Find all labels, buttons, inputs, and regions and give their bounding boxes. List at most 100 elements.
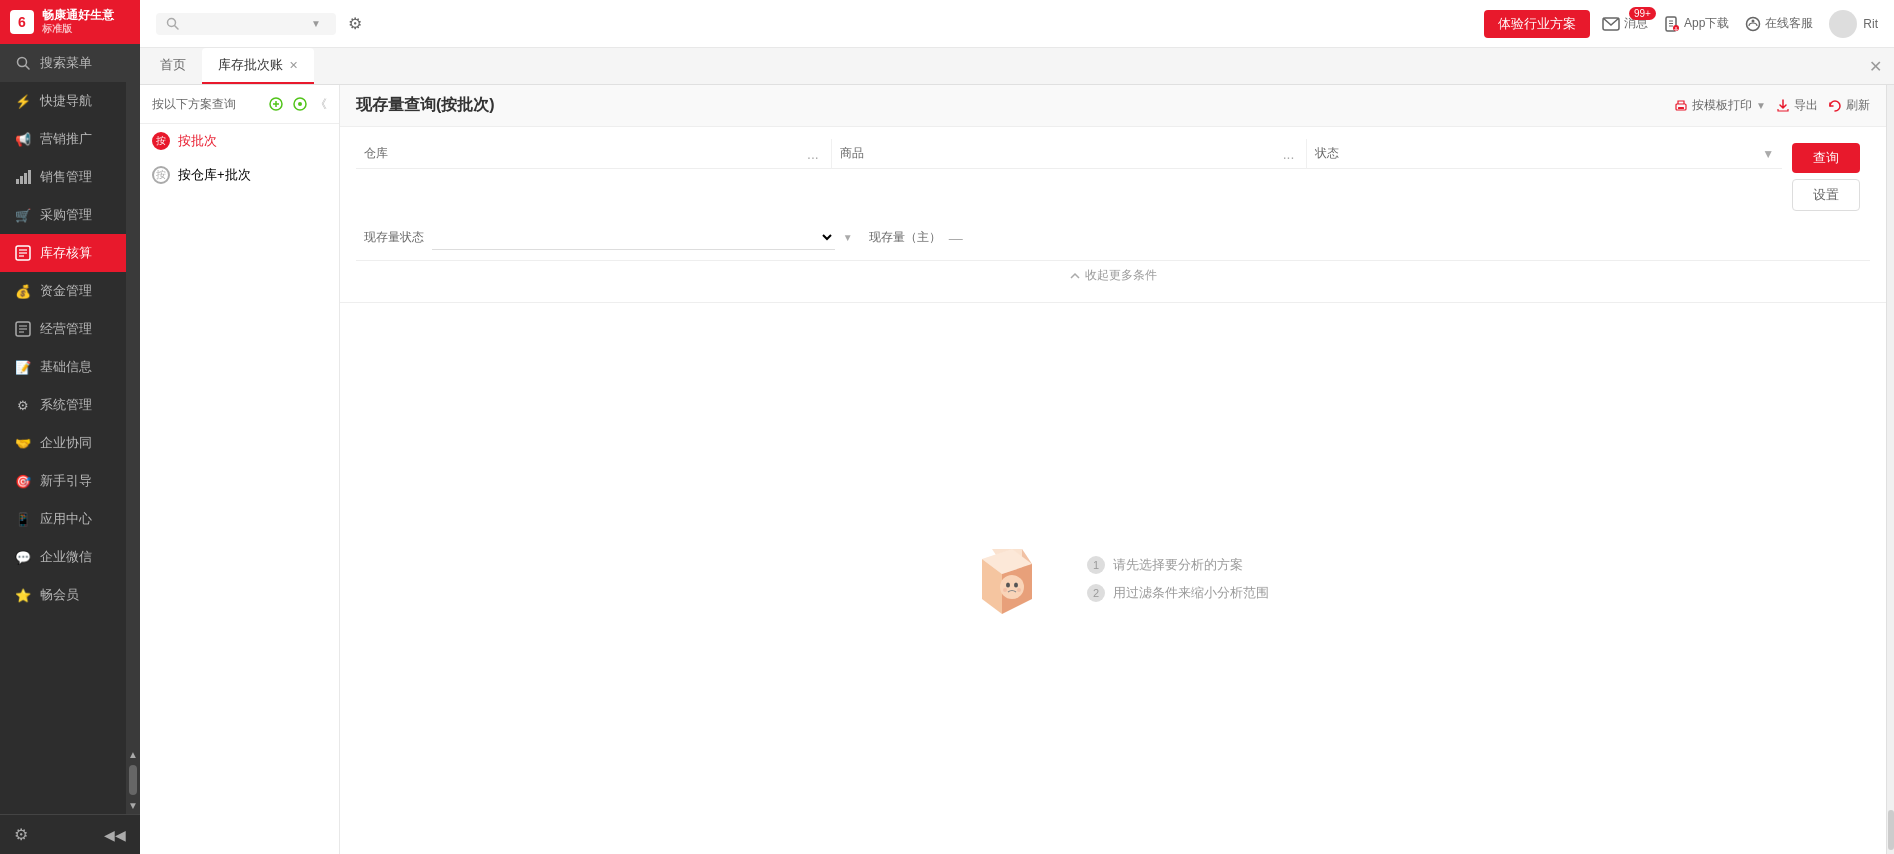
search-icon (14, 54, 32, 72)
collapse-panel-btn[interactable]: 《 (315, 96, 327, 113)
tab-batch-ledger-close[interactable]: ✕ (289, 59, 298, 72)
sidebar-scroll-down[interactable]: ▼ (126, 797, 140, 814)
empty-tips: 1 请先选择要分析的方案 2 用过滤条件来缩小分析范围 (1087, 556, 1269, 602)
topbar-search-dropdown[interactable]: ▼ (311, 18, 321, 29)
left-panel-actions: 《 (267, 95, 327, 113)
edit-scheme-btn[interactable] (291, 95, 309, 113)
sidebar-scroll-up[interactable]: ▲ (126, 746, 140, 763)
topbar-right: 消息 99+ App下载 在线客服 Rit (1602, 10, 1878, 38)
finance-icon: 💰 (14, 282, 32, 300)
empty-tip-1: 1 请先选择要分析的方案 (1087, 556, 1269, 574)
tab-home[interactable]: 首页 (144, 48, 202, 84)
sidebar-item-inventory[interactable]: 库存核算 (0, 234, 126, 272)
user-avatar (1829, 10, 1857, 38)
sidebar-item-app-center[interactable]: 📱 应用中心 (0, 500, 126, 538)
topbar-search-icon (166, 17, 179, 30)
warehouse-filter: 仓库 ... (356, 139, 831, 169)
print-icon (1674, 99, 1688, 113)
tip-text-1: 请先选择要分析的方案 (1113, 556, 1243, 574)
sidebar-item-sales[interactable]: 销售管理 (0, 158, 126, 196)
svg-point-41 (1014, 582, 1018, 587)
left-panel-header: 按以下方案查询 《 (140, 85, 339, 124)
topbar: ▼ ⚙ 体验行业方案 消息 99+ App下载 在线客服 Rit (140, 0, 1894, 48)
add-scheme-btn[interactable] (267, 95, 285, 113)
print-template-btn[interactable]: 按模板打印 ▼ (1674, 97, 1766, 114)
download-icon (1664, 16, 1680, 32)
industry-btn[interactable]: 体验行业方案 (1484, 10, 1590, 38)
query-btn[interactable]: 查询 (1792, 143, 1860, 173)
warehouse-more-btn[interactable]: ... (803, 146, 823, 162)
wechat-icon: 💬 (14, 548, 32, 566)
collapse-filter-btn[interactable]: 收起更多条件 (1069, 267, 1157, 284)
inventory-label: 库存核算 (40, 244, 92, 262)
scheme-batch-icon: 按 (152, 132, 170, 150)
content-area: 按以下方案查询 《 按 按批次 按 按仓库+批次 (140, 85, 1894, 854)
warehouse-input[interactable] (396, 147, 803, 161)
topbar-search-area: ▼ (156, 13, 336, 35)
inventory-status-select[interactable] (432, 225, 835, 250)
page-close-btn[interactable]: ✕ (1861, 57, 1890, 76)
settings-icon[interactable]: ⚙ (14, 825, 28, 844)
product-more-btn[interactable]: ... (1279, 146, 1299, 162)
svg-rect-5 (28, 170, 31, 184)
sidebar-item-enterprise[interactable]: 🤝 企业协同 (0, 424, 126, 462)
inventory-qty-dash: — (949, 230, 963, 246)
user-area[interactable]: Rit (1829, 10, 1878, 38)
finance-label: 资金管理 (40, 282, 92, 300)
product-input[interactable] (872, 147, 1279, 161)
scheme-item-warehouse-batch[interactable]: 按 按仓库+批次 (140, 158, 339, 192)
svg-point-26 (1752, 19, 1755, 22)
sidebar-item-member[interactable]: ⭐ 畅会员 (0, 576, 126, 614)
scheme-item-batch[interactable]: 按 按批次 (140, 124, 339, 158)
app-version: 标准版 (42, 22, 114, 36)
left-panel: 按以下方案查询 《 按 按批次 按 按仓库+批次 (140, 85, 340, 854)
tip-num-2: 2 (1087, 584, 1105, 602)
inventory-status-arrow[interactable]: ▼ (843, 232, 853, 243)
system-icon: ⚙ (14, 396, 32, 414)
right-scrollbar-thumb[interactable] (1888, 810, 1894, 850)
topbar-search-input[interactable] (185, 17, 305, 31)
sidebar-item-purchase[interactable]: 🛒 采购管理 (0, 196, 126, 234)
right-scrollbar (1886, 85, 1894, 854)
enterprise-label: 企业协同 (40, 434, 92, 452)
sidebar-item-basic-info[interactable]: 📝 基础信息 (0, 348, 126, 386)
sidebar-item-wechat[interactable]: 💬 企业微信 (0, 538, 126, 576)
status-dropdown-arrow[interactable]: ▼ (1762, 147, 1774, 161)
scheme-warehouse-icon: 按 (152, 166, 170, 184)
sidebar-item-search[interactable]: 搜索菜单 (0, 44, 126, 82)
print-template-label: 按模板打印 (1692, 97, 1752, 114)
username: Rit (1863, 17, 1878, 31)
online-service-btn[interactable]: 在线客服 (1745, 15, 1813, 32)
svg-rect-4 (24, 173, 27, 184)
tab-batch-ledger[interactable]: 库存批次账 ✕ (202, 48, 314, 84)
sidebar-item-operations[interactable]: 经营管理 (0, 310, 126, 348)
filter-action-btns: 查询 设置 (1782, 139, 1870, 215)
settings-btn[interactable]: 设置 (1792, 179, 1860, 211)
topbar-gear-btn[interactable]: ⚙ (348, 14, 362, 33)
export-label: 导出 (1794, 97, 1818, 114)
export-btn[interactable]: 导出 (1776, 97, 1818, 114)
refresh-btn[interactable]: 刷新 (1828, 97, 1870, 114)
collapse-icon (1069, 270, 1081, 282)
marketing-icon: 📢 (14, 130, 32, 148)
sidebar-item-system[interactable]: ⚙ 系统管理 (0, 386, 126, 424)
scheme-warehouse-label: 按仓库+批次 (178, 166, 251, 184)
messages-btn[interactable]: 消息 99+ (1602, 15, 1648, 33)
svg-line-1 (26, 66, 30, 70)
svg-rect-2 (16, 179, 19, 184)
page-header: 现存量查询(按批次) 按模板打印 ▼ 导出 刷新 (340, 85, 1886, 127)
sidebar-item-finance[interactable]: 💰 资金管理 (0, 272, 126, 310)
svg-rect-3 (20, 176, 23, 184)
wechat-label: 企业微信 (40, 548, 92, 566)
sidebar-item-newbie[interactable]: 🎯 新手引导 (0, 462, 126, 500)
print-dropdown-arrow[interactable]: ▼ (1756, 100, 1766, 111)
inventory-qty-label: 现存量（主） (869, 229, 941, 246)
collapse-sidebar-btn[interactable]: ◀◀ (104, 827, 126, 843)
app-download-btn[interactable]: App下载 (1664, 15, 1729, 32)
svg-point-42 (1003, 588, 1007, 592)
empty-content: 1 请先选择要分析的方案 2 用过滤条件来缩小分析范围 (957, 529, 1269, 629)
scheme-query-label: 按以下方案查询 (152, 96, 236, 113)
inventory-status-label: 现存量状态 (364, 229, 424, 246)
sidebar-item-quick-nav[interactable]: ⚡ 快捷导航 (0, 82, 126, 120)
sidebar-item-marketing[interactable]: 📢 营销推广 (0, 120, 126, 158)
